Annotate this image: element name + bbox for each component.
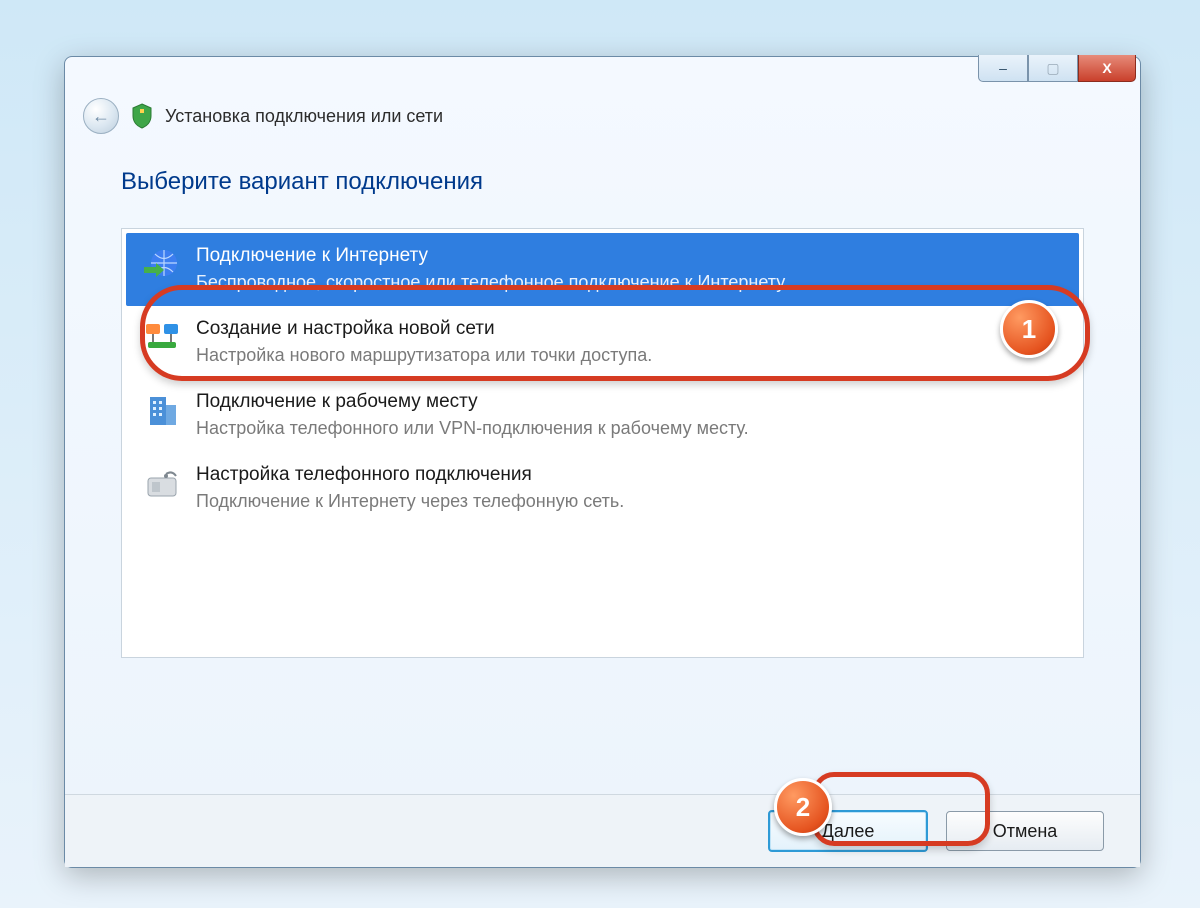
network-setup-icon [131,103,153,129]
option-new-network[interactable]: Создание и настройка новой сети Настройк… [126,306,1079,379]
minimize-button[interactable]: – [978,55,1028,82]
globe-arrow-icon [142,245,182,285]
back-arrow-icon: ← [92,106,110,127]
window-controls: – ▢ X [978,55,1136,82]
option-text: Подключение к Интернету Беспроводное, ск… [196,245,788,294]
option-desc: Настройка нового маршрутизатора или точк… [196,343,652,367]
option-text: Настройка телефонного подключения Подклю… [196,464,624,513]
content: Выберите вариант подключения Подключение… [65,134,1140,658]
option-workplace[interactable]: Подключение к рабочему месту Настройка т… [126,379,1079,452]
desktop: – ▢ X ← Установка подключения или сети В… [0,0,1200,908]
option-title: Подключение к Интернету [196,245,788,268]
option-dialup[interactable]: Настройка телефонного подключения Подклю… [126,452,1079,525]
option-title: Подключение к рабочему месту [196,391,749,414]
titlebar: – ▢ X [65,57,1140,90]
back-button[interactable]: ← [83,98,119,134]
option-text: Создание и настройка новой сети Настройк… [196,318,652,367]
wizard-window: – ▢ X ← Установка подключения или сети В… [64,56,1141,868]
option-title: Создание и настройка новой сети [196,318,652,341]
annotation-badge-1: 1 [1000,300,1058,358]
option-desc: Беспроводное, скоростное или телефонное … [196,270,788,294]
close-button[interactable]: X [1078,55,1136,82]
option-internet[interactable]: Подключение к Интернету Беспроводное, ск… [126,233,1079,306]
window-title: Установка подключения или сети [165,106,443,127]
option-desc: Подключение к Интернету через телефонную… [196,489,624,513]
connection-options-list: Подключение к Интернету Беспроводное, ск… [121,228,1084,658]
option-title: Настройка телефонного подключения [196,464,624,487]
maximize-button[interactable]: ▢ [1028,55,1078,82]
option-text: Подключение к рабочему месту Настройка т… [196,391,749,440]
page-heading: Выберите вариант подключения [121,168,1084,196]
option-desc: Настройка телефонного или VPN-подключени… [196,416,749,440]
building-icon [142,391,182,431]
network-gear-icon [142,318,182,358]
phone-modem-icon [142,464,182,504]
header: ← Установка подключения или сети [65,90,1140,134]
cancel-button[interactable]: Отмена [946,811,1104,851]
annotation-badge-2: 2 [774,778,832,836]
footer: Далее Отмена [65,794,1140,867]
